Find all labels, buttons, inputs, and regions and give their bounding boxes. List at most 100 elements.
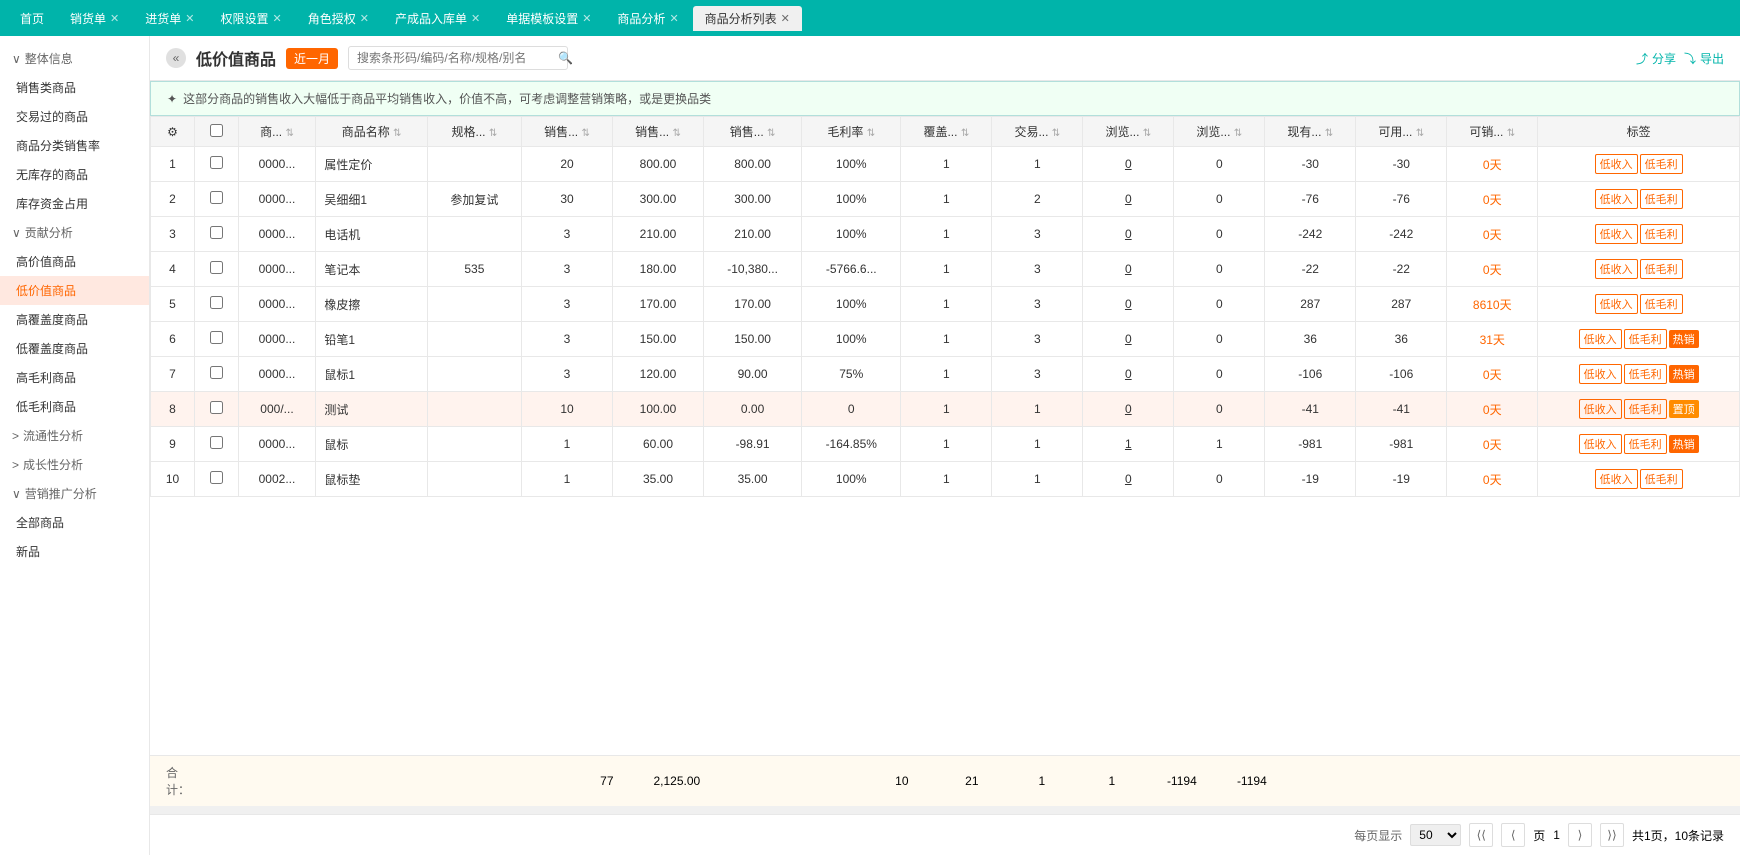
prev-page-button[interactable]: ⟨ (1501, 823, 1525, 847)
row-checkbox[interactable] (195, 287, 239, 322)
sidebar-item-inventory-occupy[interactable]: 库存资金占用 (0, 189, 149, 218)
row-select-checkbox[interactable] (210, 366, 223, 379)
close-icon[interactable]: ✕ (669, 12, 678, 25)
col-browse1[interactable]: 浏览... ⇅ (1083, 117, 1174, 147)
row-select-checkbox[interactable] (210, 226, 223, 239)
nav-home[interactable]: 首页 (8, 6, 56, 31)
sidebar-group-overall[interactable]: ∨ 整体信息 (0, 44, 149, 73)
browse1-link[interactable]: 0 (1125, 472, 1132, 486)
row-browse1[interactable]: 0 (1083, 357, 1174, 392)
close-icon[interactable]: ✕ (273, 12, 282, 25)
col-coverage[interactable]: 覆盖... ⇅ (901, 117, 992, 147)
select-all-checkbox[interactable] (210, 124, 223, 137)
browse1-link[interactable]: 0 (1125, 227, 1132, 241)
row-select-checkbox[interactable] (210, 191, 223, 204)
row-browse1[interactable]: 0 (1083, 322, 1174, 357)
row-select-checkbox[interactable] (210, 471, 223, 484)
col-margin-rate[interactable]: 毛利率 ⇅ (802, 117, 901, 147)
close-icon[interactable]: ✕ (185, 12, 194, 25)
browse1-link[interactable]: 0 (1125, 157, 1132, 171)
sidebar-item-traded[interactable]: 交易过的商品 (0, 102, 149, 131)
sidebar-item-low-coverage[interactable]: 低覆盖度商品 (0, 334, 149, 363)
data-table-wrapper[interactable]: ⚙ 商... ⇅ 商品名称 ⇅ 规格... ⇅ 销售... ⇅ 销售... ⇅ … (150, 116, 1740, 755)
first-page-button[interactable]: ⟨⟨ (1469, 823, 1493, 847)
sidebar-item-category-sales[interactable]: 商品分类销售率 (0, 131, 149, 160)
row-checkbox[interactable] (195, 322, 239, 357)
sidebar-group-marketing[interactable]: ∨ 营销推广分析 (0, 479, 149, 508)
row-checkbox[interactable] (195, 217, 239, 252)
export-button[interactable]: ⤵ 导出 (1684, 50, 1724, 67)
browse1-link[interactable]: 0 (1125, 297, 1132, 311)
row-browse1[interactable]: 0 (1083, 392, 1174, 427)
next-page-button[interactable]: ⟩ (1568, 823, 1592, 847)
collapse-button[interactable]: « (166, 48, 186, 68)
nav-goods-analysis-list[interactable]: 商品分析列表 ✕ (693, 6, 802, 31)
row-browse1[interactable]: 0 (1083, 217, 1174, 252)
col-current-stock[interactable]: 现有... ⇅ (1265, 117, 1356, 147)
sidebar-item-low-margin[interactable]: 低毛利商品 (0, 392, 149, 421)
col-available[interactable]: 可用... ⇅ (1356, 117, 1447, 147)
row-name[interactable]: 属性定价 (316, 147, 427, 182)
search-icon[interactable]: 🔍 (558, 51, 573, 65)
row-select-checkbox[interactable] (210, 331, 223, 344)
col-sales-amount[interactable]: 销售... ⇅ (613, 117, 704, 147)
row-name[interactable]: 鼠标 (316, 427, 427, 462)
sidebar-group-growth[interactable]: > 成长性分析 (0, 450, 149, 479)
row-checkbox[interactable] (195, 182, 239, 217)
col-settings[interactable]: ⚙ (151, 117, 195, 147)
row-checkbox[interactable] (195, 147, 239, 182)
row-browse1[interactable]: 0 (1083, 182, 1174, 217)
row-select-checkbox[interactable] (210, 401, 223, 414)
row-checkbox[interactable] (195, 462, 239, 497)
browse1-link[interactable]: 0 (1125, 192, 1132, 206)
row-name[interactable]: 铅笔1 (316, 322, 427, 357)
row-checkbox[interactable] (195, 392, 239, 427)
row-name[interactable]: 笔记本 (316, 252, 427, 287)
sidebar-item-all-goods[interactable]: 全部商品 (0, 508, 149, 537)
sidebar-item-sales-category[interactable]: 销售类商品 (0, 73, 149, 102)
col-checkbox[interactable] (195, 117, 239, 147)
col-spec[interactable]: 规格... ⇅ (427, 117, 521, 147)
close-icon[interactable]: ✕ (781, 12, 790, 25)
browse1-link[interactable]: 1 (1125, 437, 1132, 451)
nav-product-import[interactable]: 产成品入库单 ✕ (383, 6, 492, 31)
row-browse1[interactable]: 0 (1083, 287, 1174, 322)
horizontal-scrollbar[interactable] (150, 806, 1740, 814)
row-select-checkbox[interactable] (210, 296, 223, 309)
browse1-link[interactable]: 0 (1125, 402, 1132, 416)
share-button[interactable]: ⤴ 分享 (1636, 50, 1676, 67)
row-name[interactable]: 橡皮擦 (316, 287, 427, 322)
time-filter-button[interactable]: 近一月 (286, 48, 338, 69)
nav-goods-analysis[interactable]: 商品分析 ✕ (605, 6, 690, 31)
col-sellable[interactable]: 可销... ⇅ (1447, 117, 1538, 147)
col-sales-cost[interactable]: 销售... ⇅ (703, 117, 801, 147)
nav-role[interactable]: 角色授权 ✕ (296, 6, 381, 31)
browse1-link[interactable]: 0 (1125, 367, 1132, 381)
last-page-button[interactable]: ⟩⟩ (1600, 823, 1624, 847)
close-icon[interactable]: ✕ (471, 12, 480, 25)
row-browse1[interactable]: 0 (1083, 252, 1174, 287)
col-transaction[interactable]: 交易... ⇅ (992, 117, 1083, 147)
row-checkbox[interactable] (195, 252, 239, 287)
sidebar-group-asset[interactable]: ∨ 贡献分析 (0, 218, 149, 247)
row-select-checkbox[interactable] (210, 436, 223, 449)
row-name[interactable]: 电话机 (316, 217, 427, 252)
row-browse1[interactable]: 0 (1083, 147, 1174, 182)
row-name[interactable]: 测试 (316, 392, 427, 427)
nav-permission[interactable]: 权限设置 ✕ (208, 6, 293, 31)
row-name[interactable]: 吴细细1 (316, 182, 427, 217)
close-icon[interactable]: ✕ (110, 12, 119, 25)
close-icon[interactable]: ✕ (360, 12, 369, 25)
sidebar-item-high-coverage[interactable]: 高覆盖度商品 (0, 305, 149, 334)
row-name[interactable]: 鼠标1 (316, 357, 427, 392)
browse1-link[interactable]: 0 (1125, 262, 1132, 276)
col-code[interactable]: 商... ⇅ (238, 117, 316, 147)
row-select-checkbox[interactable] (210, 156, 223, 169)
sidebar-item-no-inventory[interactable]: 无库存的商品 (0, 160, 149, 189)
row-checkbox[interactable] (195, 357, 239, 392)
col-browse2[interactable]: 浏览... ⇅ (1174, 117, 1265, 147)
sidebar-group-flow[interactable]: > 流通性分析 (0, 421, 149, 450)
col-name[interactable]: 商品名称 ⇅ (316, 117, 427, 147)
search-input[interactable] (348, 46, 568, 70)
nav-purchase[interactable]: 进货单 ✕ (133, 6, 206, 31)
